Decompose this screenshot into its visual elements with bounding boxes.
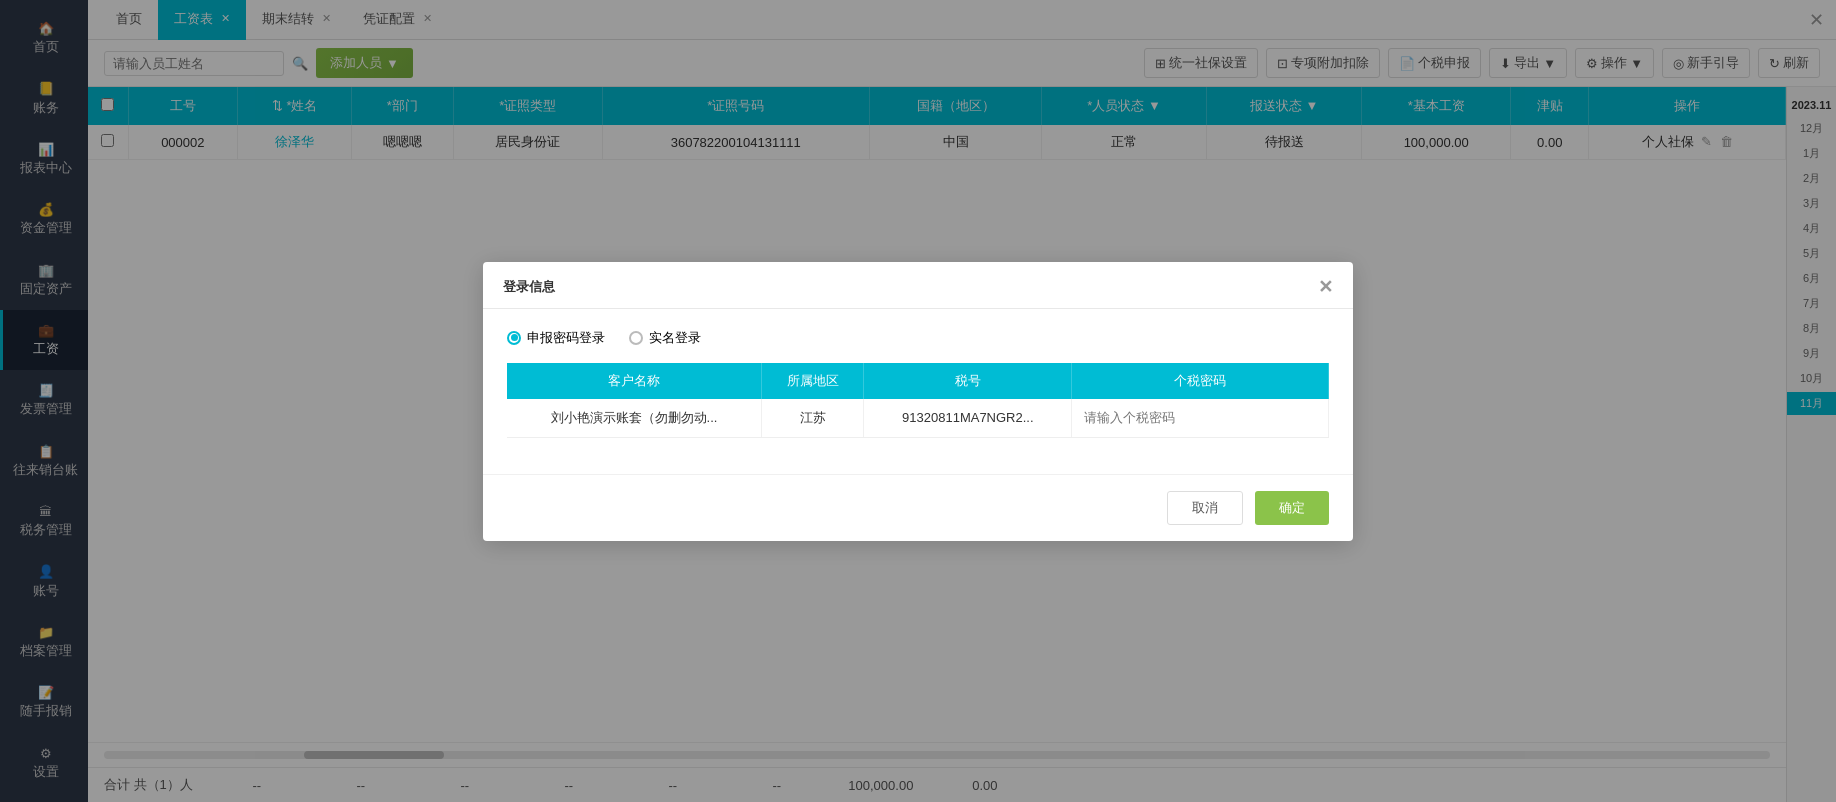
radio-password-indicator	[507, 331, 521, 345]
cancel-button[interactable]: 取消	[1167, 491, 1243, 525]
modal-overlay[interactable]: 登录信息 ✕ 申报密码登录 实名登录 客户名称 所属地区	[0, 0, 1836, 802]
radio-option-realname[interactable]: 实名登录	[629, 329, 701, 347]
radio-password-label: 申报密码登录	[527, 329, 605, 347]
modal-title: 登录信息	[503, 278, 555, 296]
tax-password-input[interactable]	[1084, 410, 1316, 425]
modal-header: 登录信息 ✕	[483, 262, 1353, 309]
modal-footer: 取消 确定	[483, 474, 1353, 541]
radio-realname-indicator	[629, 331, 643, 345]
client-table-row: 刘小艳演示账套（勿删勿动... 江苏 91320811MA7NGR2...	[507, 399, 1329, 438]
client-name-cell: 刘小艳演示账套（勿删勿动...	[507, 399, 761, 438]
login-type-radio-group: 申报密码登录 实名登录	[507, 329, 1329, 347]
client-password-cell[interactable]	[1072, 399, 1329, 438]
modal-close-button[interactable]: ✕	[1318, 278, 1333, 296]
client-tax-no-cell: 91320811MA7NGR2...	[864, 399, 1072, 438]
login-modal: 登录信息 ✕ 申报密码登录 实名登录 客户名称 所属地区	[483, 262, 1353, 541]
confirm-button[interactable]: 确定	[1255, 491, 1329, 525]
inner-col-region: 所属地区	[761, 363, 863, 399]
inner-col-password: 个税密码	[1072, 363, 1329, 399]
inner-col-client: 客户名称	[507, 363, 761, 399]
radio-realname-label: 实名登录	[649, 329, 701, 347]
modal-body: 申报密码登录 实名登录 客户名称 所属地区 税号 个税密码	[483, 309, 1353, 474]
client-table: 客户名称 所属地区 税号 个税密码 刘小艳演示账套（勿删勿动... 江苏 913…	[507, 363, 1329, 438]
client-region-cell: 江苏	[761, 399, 863, 438]
radio-option-password[interactable]: 申报密码登录	[507, 329, 605, 347]
inner-col-tax-no: 税号	[864, 363, 1072, 399]
